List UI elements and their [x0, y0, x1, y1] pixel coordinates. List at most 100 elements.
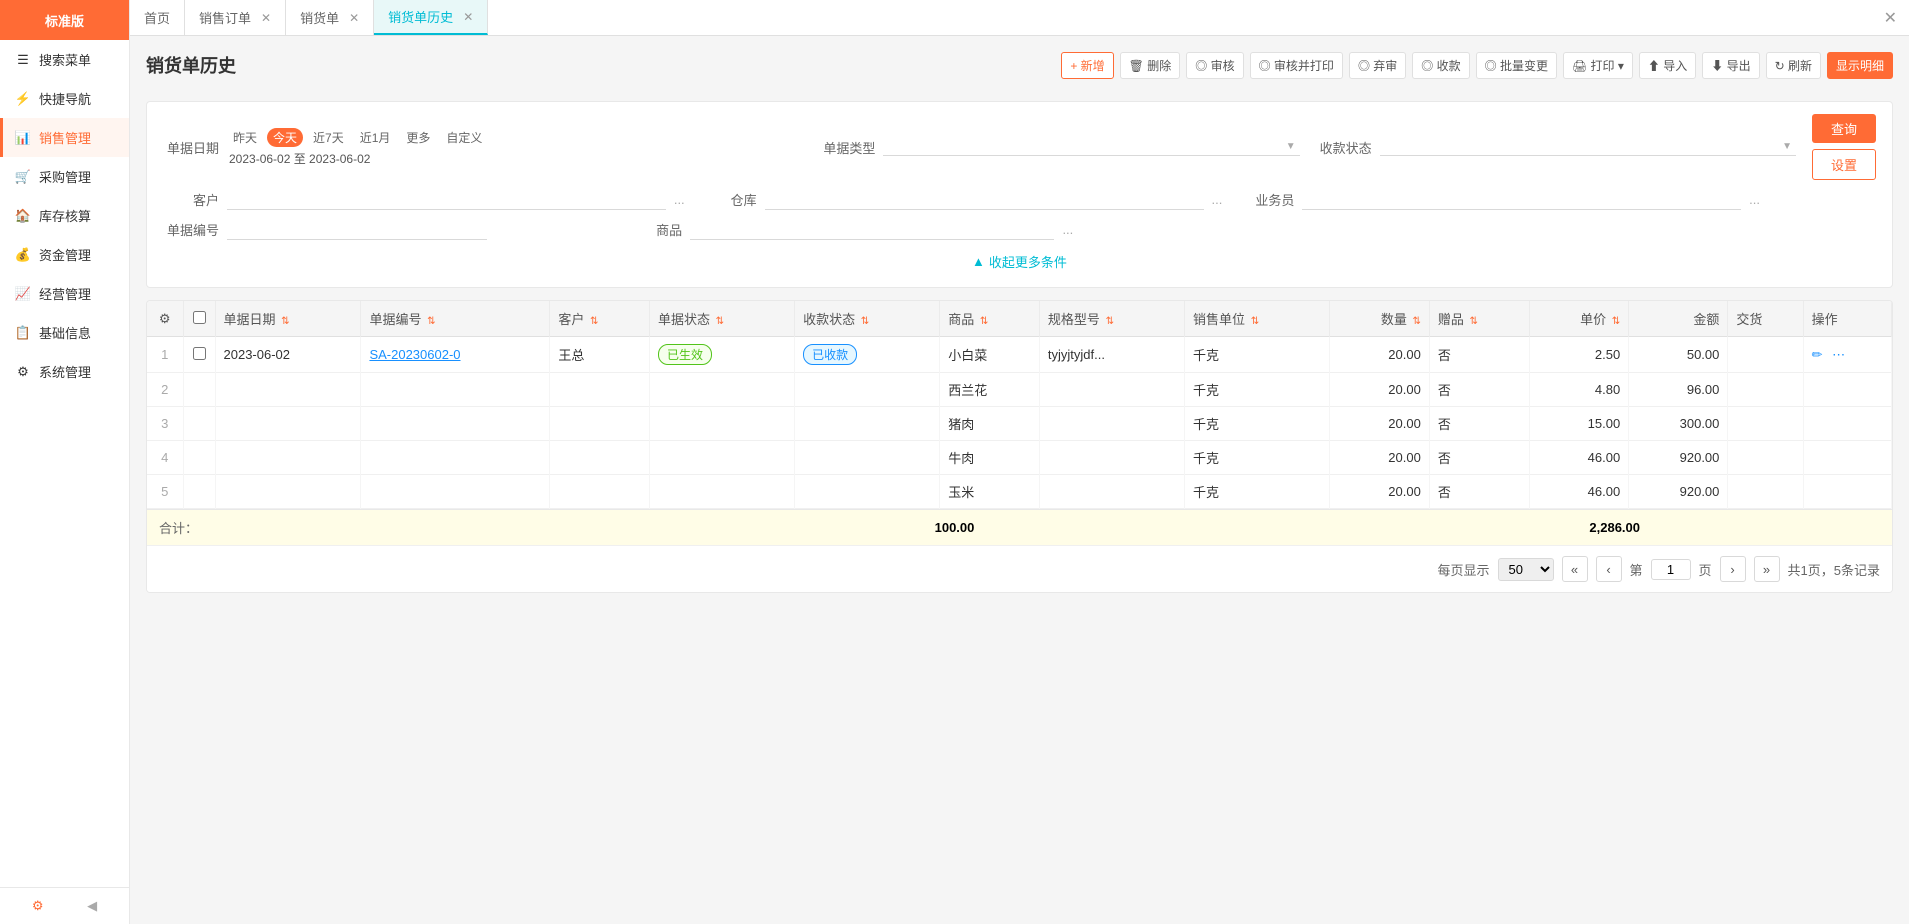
date-1month[interactable]: 近1月: [354, 128, 397, 147]
row3-goods: 猪肉: [940, 407, 1040, 441]
sidebar-item-sales-mgmt[interactable]: 📊 销售管理: [0, 118, 129, 157]
row4-date: [215, 441, 361, 475]
collect-status-label: 收款状态: [1316, 138, 1372, 157]
import-button[interactable]: ⬆ 导入: [1639, 52, 1696, 79]
row1-docno[interactable]: SA-20230602-0: [361, 337, 550, 373]
delete-button[interactable]: 🗑 删除: [1120, 52, 1181, 79]
tab-home[interactable]: 首页: [130, 0, 185, 35]
row4-doc-status: [650, 441, 795, 475]
sidebar-item-system[interactable]: ⚙ 系统管理: [0, 352, 129, 391]
th-checkbox[interactable]: [183, 301, 215, 337]
th-gear[interactable]: ⚙: [147, 301, 183, 337]
row1-doc-status: 已生效: [650, 337, 795, 373]
add-button[interactable]: + 新增: [1061, 52, 1113, 79]
refresh-button[interactable]: ↻ 刷新: [1766, 52, 1821, 79]
sidebar-item-purchase-mgmt[interactable]: 🛒 采购管理: [0, 157, 129, 196]
th-unit[interactable]: 销售单位 ⇅: [1185, 301, 1330, 337]
collapse-row[interactable]: ▲ 收起更多条件: [163, 248, 1876, 275]
batch-change-button[interactable]: ◎ 批量变更: [1476, 52, 1557, 79]
warehouse-more-icon[interactable]: ...: [1212, 192, 1223, 207]
date-yesterday[interactable]: 昨天: [227, 128, 263, 147]
th-doc-status[interactable]: 单据状态 ⇅: [650, 301, 795, 337]
query-button[interactable]: 查询: [1812, 114, 1876, 143]
doc-type-select[interactable]: ▼: [883, 138, 1299, 156]
th-customer[interactable]: 客户 ⇅: [550, 301, 650, 337]
row1-goods: 小白菜: [940, 337, 1040, 373]
row1-edit-icon[interactable]: ✏: [1812, 347, 1823, 362]
page-input[interactable]: [1651, 559, 1691, 580]
print-button[interactable]: 🖨 打印 ▾: [1563, 52, 1633, 79]
date-today[interactable]: 今天: [267, 128, 303, 147]
th-doc-no[interactable]: 单据编号 ⇅: [361, 301, 550, 337]
th-price[interactable]: 单价 ⇅: [1529, 301, 1629, 337]
row1-unit: 千克: [1185, 337, 1330, 373]
sidebar-item-operations[interactable]: 📈 经营管理: [0, 274, 129, 313]
date-more[interactable]: 更多: [400, 128, 436, 147]
th-qty[interactable]: 数量 ⇅: [1330, 301, 1430, 337]
tab-sales-goods-close[interactable]: ✕: [349, 11, 359, 25]
goods-more-icon[interactable]: ...: [1062, 222, 1073, 237]
salesperson-input[interactable]: [1302, 188, 1741, 210]
sidebar-item-inventory[interactable]: 🏠 库存核算: [0, 196, 129, 235]
row2-price: 4.80: [1529, 373, 1629, 407]
row1-more-icon[interactable]: ⋯: [1832, 347, 1845, 362]
doc-no-input[interactable]: [227, 218, 487, 240]
total-amount: 2,286.00: [1589, 520, 1640, 535]
th-spec[interactable]: 规格型号 ⇅: [1039, 301, 1184, 337]
window-close-btn[interactable]: ✕: [1872, 8, 1909, 28]
sidebar-item-basic-info[interactable]: 📋 基础信息: [0, 313, 129, 352]
filter-row-1: 单据日期 昨天 今天 近7天 近1月 更多 自定义 2023-06-02 至 2…: [163, 114, 1876, 180]
customer-label: 客户: [163, 190, 219, 209]
tab-sales-history-close[interactable]: ✕: [463, 10, 473, 24]
row3-gift: 否: [1429, 407, 1529, 441]
row3-price: 15.00: [1529, 407, 1629, 441]
tab-sales-history[interactable]: 销货单历史 ✕: [374, 0, 488, 35]
goods-input[interactable]: [690, 218, 1054, 240]
sidebar-item-quick-nav[interactable]: ⚡ 快捷导航: [0, 79, 129, 118]
last-page-btn[interactable]: »: [1754, 556, 1780, 582]
sidebar-collapse-icon[interactable]: ◀: [87, 898, 97, 914]
filter-settings-button[interactable]: 设置: [1812, 149, 1876, 180]
tab-sales-goods[interactable]: 销货单 ✕: [286, 0, 374, 35]
th-gift[interactable]: 赠品 ⇅: [1429, 301, 1529, 337]
prev-page-btn[interactable]: ‹: [1596, 556, 1622, 582]
th-goods[interactable]: 商品 ⇅: [940, 301, 1040, 337]
collect-status-select[interactable]: ▼: [1380, 138, 1796, 156]
doc-type-arrow: ▼: [1286, 141, 1296, 152]
th-amount[interactable]: 金额: [1629, 301, 1728, 337]
sidebar-item-finance[interactable]: 💰 资金管理: [0, 235, 129, 274]
row5-transaction: [1728, 475, 1803, 509]
per-page-select[interactable]: 50 100 200: [1498, 558, 1554, 581]
toolbar: + 新增 🗑 删除 ◎ 审核 ◎ 审核并打印 ◎ 弃审 ◎ 收款 ◎ 批量变更 …: [1061, 52, 1893, 79]
th-collect-status[interactable]: 收款状态 ⇅: [795, 301, 940, 337]
row5-no: 5: [147, 475, 183, 509]
date-7days[interactable]: 近7天: [307, 128, 350, 147]
collect-button[interactable]: ◎ 收款: [1412, 52, 1469, 79]
tab-sales-order-close[interactable]: ✕: [261, 11, 271, 25]
audit-print-button[interactable]: ◎ 审核并打印: [1250, 52, 1343, 79]
audit-button[interactable]: ◎ 审核: [1186, 52, 1243, 79]
salesperson-more-icon[interactable]: ...: [1749, 192, 1760, 207]
customer-more-icon[interactable]: ...: [674, 192, 685, 207]
next-page-btn[interactable]: ›: [1720, 556, 1746, 582]
tab-bar: 首页 销售订单 ✕ 销货单 ✕ 销货单历史 ✕ ✕: [130, 0, 1909, 36]
select-all-checkbox[interactable]: [193, 311, 206, 324]
show-detail-button[interactable]: 显示明细: [1827, 52, 1893, 79]
tab-sales-order[interactable]: 销售订单 ✕: [185, 0, 286, 35]
th-date[interactable]: 单据日期 ⇅: [215, 301, 361, 337]
sidebar-item-search-menu[interactable]: ☰ 搜索菜单: [0, 40, 129, 79]
row2-action: [1803, 373, 1891, 407]
customer-input[interactable]: [227, 188, 666, 210]
first-page-btn[interactable]: «: [1562, 556, 1588, 582]
row1-checkbox[interactable]: [183, 337, 215, 373]
abandon-button[interactable]: ◎ 弃审: [1349, 52, 1406, 79]
export-button[interactable]: ⬇ 导出: [1702, 52, 1759, 79]
sidebar-settings-icon[interactable]: ⚙: [32, 898, 44, 914]
row5-unit: 千克: [1185, 475, 1330, 509]
row5-docno: [361, 475, 550, 509]
basic-info-icon: 📋: [15, 325, 31, 341]
date-label: 单据日期: [163, 138, 219, 157]
row3-docno: [361, 407, 550, 441]
warehouse-input[interactable]: [765, 188, 1204, 210]
date-custom[interactable]: 自定义: [440, 128, 488, 147]
